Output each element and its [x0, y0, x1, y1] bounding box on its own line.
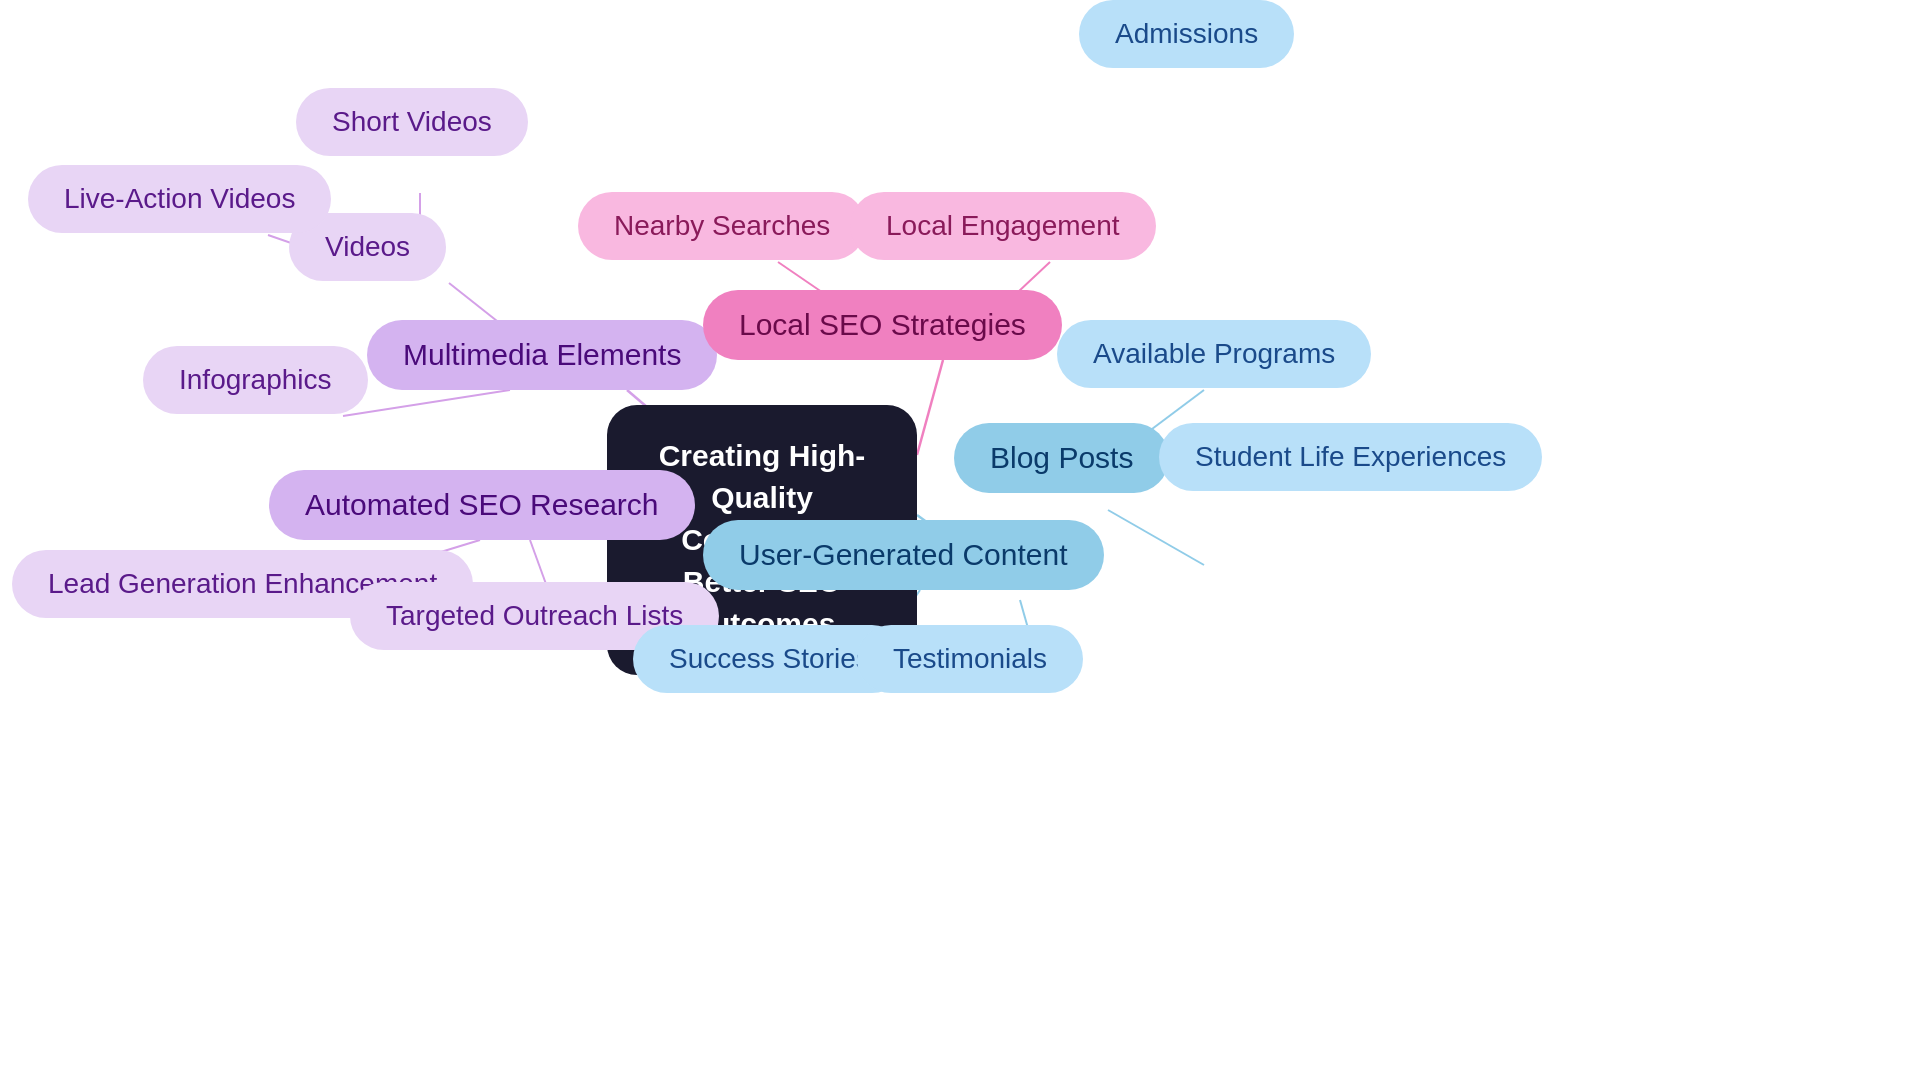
- infographics-node[interactable]: Infographics: [143, 346, 368, 414]
- admissions-node[interactable]: Admissions: [1079, 0, 1294, 68]
- local-seo-label: Local SEO Strategies: [739, 308, 1026, 342]
- blog-posts-label: Blog Posts: [990, 441, 1133, 475]
- testimonials-node[interactable]: Testimonials: [857, 625, 1083, 693]
- available-programs-label: Available Programs: [1093, 338, 1335, 370]
- live-action-videos-node[interactable]: Live-Action Videos: [28, 165, 331, 233]
- available-programs-node[interactable]: Available Programs: [1057, 320, 1371, 388]
- automated-seo-label: Automated SEO Research: [305, 488, 659, 522]
- student-life-label: Student Life Experiences: [1195, 441, 1506, 473]
- blog-posts-node[interactable]: Blog Posts: [954, 423, 1169, 493]
- multimedia-elements-node[interactable]: Multimedia Elements: [367, 320, 717, 390]
- svg-line-14: [1108, 510, 1204, 565]
- user-gen-content-node[interactable]: User-Generated Content: [703, 520, 1104, 590]
- nearby-searches-node[interactable]: Nearby Searches: [578, 192, 866, 260]
- svg-line-5: [917, 360, 943, 455]
- infographics-label: Infographics: [179, 364, 332, 396]
- student-life-node[interactable]: Student Life Experiences: [1159, 423, 1542, 491]
- live-action-label: Live-Action Videos: [64, 183, 295, 215]
- short-videos-node[interactable]: Short Videos: [296, 88, 528, 156]
- local-seo-node[interactable]: Local SEO Strategies: [703, 290, 1062, 360]
- user-gen-label: User-Generated Content: [739, 538, 1068, 572]
- videos-label: Videos: [325, 231, 410, 263]
- testimonials-label: Testimonials: [893, 643, 1047, 675]
- multimedia-label: Multimedia Elements: [403, 338, 681, 372]
- short-videos-label: Short Videos: [332, 106, 492, 138]
- automated-seo-node[interactable]: Automated SEO Research: [269, 470, 695, 540]
- local-engagement-node[interactable]: Local Engagement: [850, 192, 1156, 260]
- local-engagement-label: Local Engagement: [886, 210, 1120, 242]
- targeted-outreach-label: Targeted Outreach Lists: [386, 600, 683, 632]
- svg-line-4: [343, 390, 510, 416]
- success-stories-label: Success Stories: [669, 643, 870, 675]
- admissions-label: Admissions: [1115, 18, 1258, 50]
- nearby-searches-label: Nearby Searches: [614, 210, 830, 242]
